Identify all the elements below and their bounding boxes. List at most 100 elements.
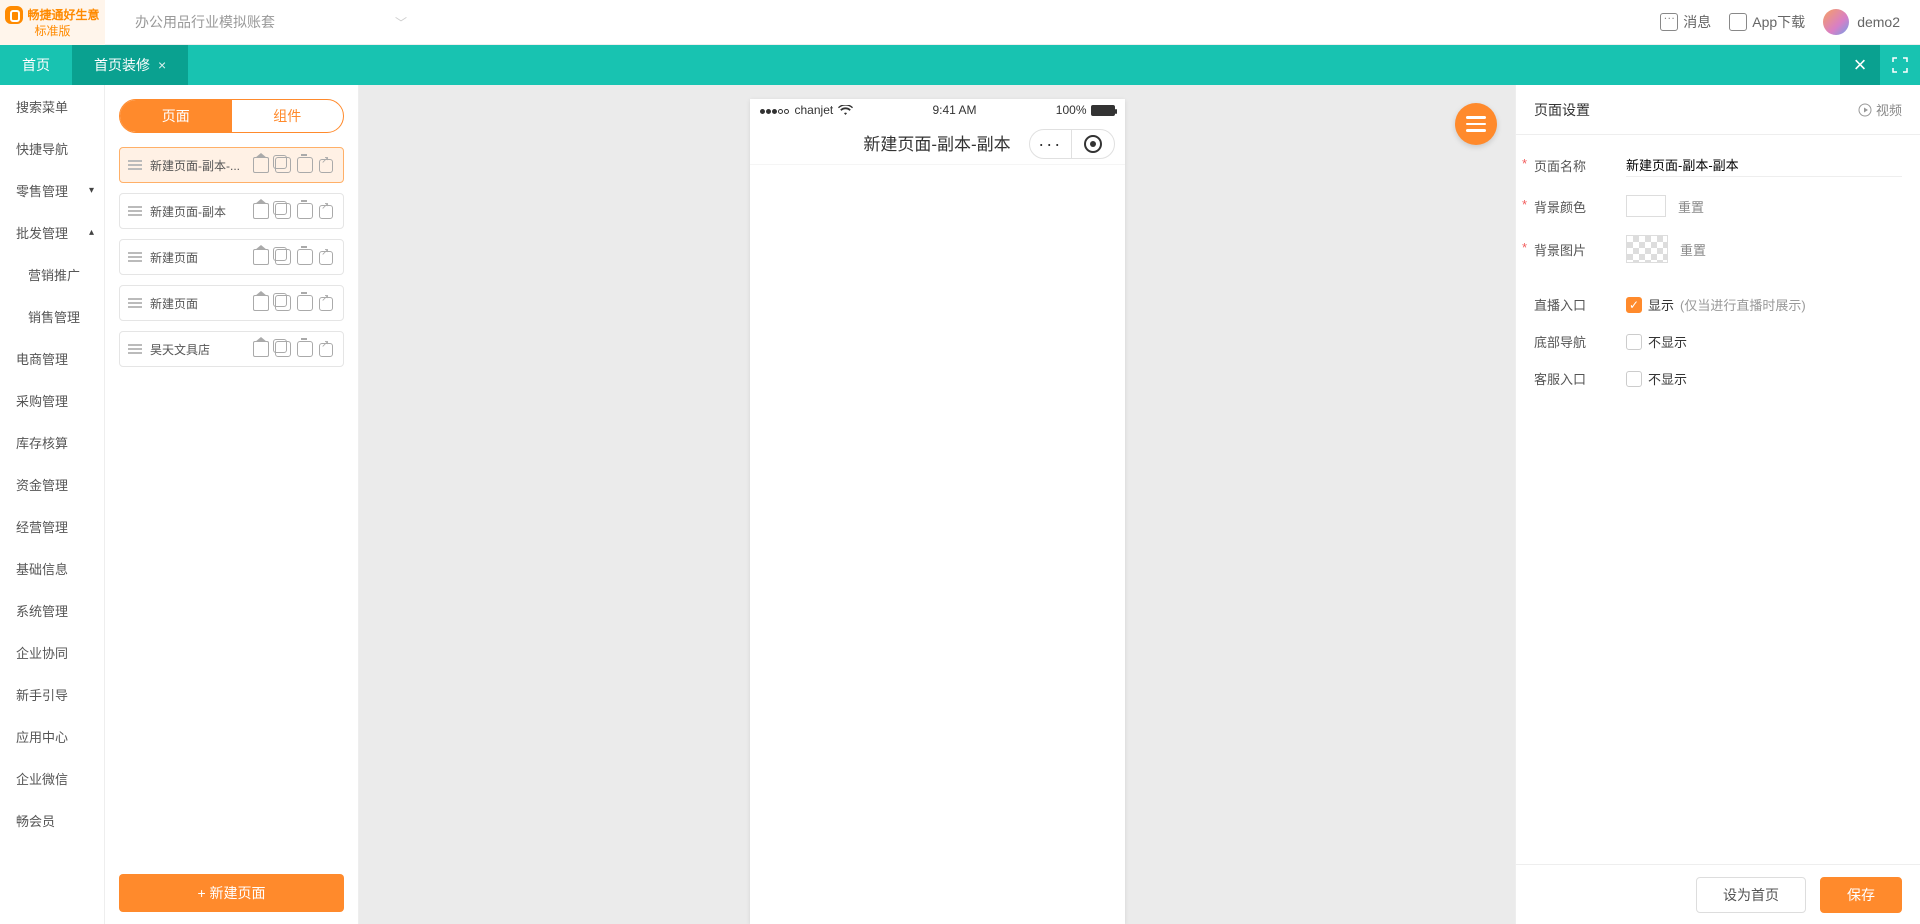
workspace-tab[interactable]: 首页装修×: [72, 45, 188, 85]
fullscreen-button[interactable]: [1880, 45, 1920, 85]
copy-icon[interactable]: [275, 157, 291, 173]
close-all-tabs-button[interactable]: ×: [1840, 45, 1880, 85]
delete-icon[interactable]: [297, 157, 313, 173]
drag-handle-icon[interactable]: [128, 206, 142, 216]
video-label: 视频: [1876, 100, 1902, 119]
workspace-tab[interactable]: 首页: [0, 45, 72, 85]
nav-item[interactable]: 新手引导: [0, 673, 104, 715]
components-fab[interactable]: [1455, 103, 1497, 145]
set-home-button[interactable]: 设为首页: [1696, 877, 1806, 913]
nav-label: 新手引导: [16, 685, 68, 704]
nav-item[interactable]: 电商管理: [0, 337, 104, 379]
copy-icon[interactable]: [275, 341, 291, 357]
wifi-icon: [838, 105, 853, 116]
nav-label: 基础信息: [16, 559, 68, 578]
bg-image-swatch[interactable]: [1626, 235, 1668, 263]
segment-page[interactable]: 页面: [120, 100, 232, 132]
messages-link[interactable]: 消息: [1660, 12, 1711, 32]
nav-item[interactable]: 采购管理: [0, 379, 104, 421]
nav-sub-item[interactable]: 营销推广: [0, 253, 104, 295]
phone-time: 9:41 AM: [932, 103, 976, 117]
home-icon[interactable]: [253, 157, 269, 173]
tenant-selector[interactable]: 办公用品行业模拟账套 ﹀: [135, 12, 407, 32]
play-circle-icon: [1858, 103, 1872, 117]
bg-color-swatch[interactable]: [1626, 195, 1666, 217]
home-icon[interactable]: [253, 341, 269, 357]
delete-icon[interactable]: [297, 341, 313, 357]
workspace-tabs: 首页首页装修× ×: [0, 45, 1920, 85]
segment-component[interactable]: 组件: [232, 100, 344, 132]
capsule-close-icon[interactable]: [1072, 130, 1114, 158]
page-list-item[interactable]: 新建页面-副本: [119, 193, 344, 229]
page-item-actions: [253, 203, 335, 219]
page-list-item[interactable]: 新建页面-副本-...: [119, 147, 344, 183]
drag-handle-icon[interactable]: [128, 298, 142, 308]
video-help-link[interactable]: 视频: [1858, 100, 1902, 119]
phone-page-title: 新建页面-副本-副本: [863, 130, 1010, 155]
page-item-actions: [253, 295, 335, 311]
live-entry-checkbox[interactable]: ✓ 显示 (仅当进行直播时展示): [1626, 295, 1806, 314]
canvas: chanjet 9:41 AM 100% 新建页面-副本-副本 ···: [359, 85, 1515, 924]
phone-body[interactable]: [750, 165, 1125, 725]
nav-label: 畅会员: [16, 811, 55, 830]
page-item-actions: [253, 249, 335, 265]
copy-icon[interactable]: [275, 249, 291, 265]
external-link-icon[interactable]: [319, 203, 335, 219]
copy-icon[interactable]: [275, 295, 291, 311]
home-icon[interactable]: [253, 249, 269, 265]
home-icon[interactable]: [253, 295, 269, 311]
caret-down-icon: ▾: [89, 185, 94, 196]
nav-label: 批发管理: [16, 223, 68, 242]
user-menu[interactable]: demo2: [1823, 9, 1900, 35]
page-list-item[interactable]: 昊天文具店: [119, 331, 344, 367]
nav-label: 企业协同: [16, 643, 68, 662]
nav-item[interactable]: 应用中心: [0, 715, 104, 757]
settings-panel: 页面设置 视频 页面名称 背景颜色 重置 背景图片: [1515, 85, 1920, 924]
nav-item[interactable]: 批发管理▴: [0, 211, 104, 253]
external-link-icon[interactable]: [319, 295, 335, 311]
avatar-icon: [1823, 9, 1849, 35]
nav-item[interactable]: 畅会员: [0, 799, 104, 841]
nav-label: 库存核算: [16, 433, 68, 452]
nav-item[interactable]: 零售管理▾: [0, 169, 104, 211]
external-link-icon[interactable]: [319, 341, 335, 357]
close-icon[interactable]: ×: [158, 57, 166, 73]
nav-sub-item[interactable]: 销售管理: [0, 295, 104, 337]
delete-icon[interactable]: [297, 295, 313, 311]
nav-item[interactable]: 库存核算: [0, 421, 104, 463]
nav-item[interactable]: 快捷导航: [0, 127, 104, 169]
service-entry-checkbox[interactable]: 不显示: [1626, 369, 1687, 388]
drag-handle-icon[interactable]: [128, 344, 142, 354]
new-page-button[interactable]: + 新建页面: [119, 874, 344, 912]
nav-item[interactable]: 资金管理: [0, 463, 104, 505]
mini-program-capsule[interactable]: ···: [1029, 129, 1115, 159]
drag-handle-icon[interactable]: [128, 160, 142, 170]
delete-icon[interactable]: [297, 203, 313, 219]
page-item-name: 新建页面: [150, 249, 245, 266]
app-download-link[interactable]: App下载: [1729, 12, 1805, 32]
page-name-input[interactable]: [1626, 153, 1902, 177]
copy-icon[interactable]: [275, 203, 291, 219]
page-list-item[interactable]: 新建页面: [119, 239, 344, 275]
external-link-icon[interactable]: [319, 249, 335, 265]
nav-item[interactable]: 经营管理: [0, 505, 104, 547]
nav-item[interactable]: 系统管理: [0, 589, 104, 631]
page-list-item[interactable]: 新建页面: [119, 285, 344, 321]
nav-item[interactable]: 基础信息: [0, 547, 104, 589]
bottom-nav-checkbox[interactable]: 不显示: [1626, 332, 1687, 351]
delete-icon[interactable]: [297, 249, 313, 265]
bg-color-reset[interactable]: 重置: [1678, 197, 1704, 216]
nav-item[interactable]: 企业协同: [0, 631, 104, 673]
external-link-icon[interactable]: [319, 157, 335, 173]
home-icon[interactable]: [253, 203, 269, 219]
brand-block: 畅捷通好生意 标准版: [0, 0, 105, 45]
nav-item[interactable]: 企业微信: [0, 757, 104, 799]
phone-icon: [1729, 13, 1747, 31]
capsule-menu-icon[interactable]: ···: [1030, 130, 1073, 158]
drag-handle-icon[interactable]: [128, 252, 142, 262]
save-button[interactable]: 保存: [1820, 877, 1902, 913]
phone-preview: chanjet 9:41 AM 100% 新建页面-副本-副本 ···: [750, 99, 1125, 924]
bg-image-reset[interactable]: 重置: [1680, 240, 1706, 259]
settings-header: 页面设置 视频: [1516, 85, 1920, 135]
nav-item[interactable]: 搜索菜单: [0, 85, 104, 127]
